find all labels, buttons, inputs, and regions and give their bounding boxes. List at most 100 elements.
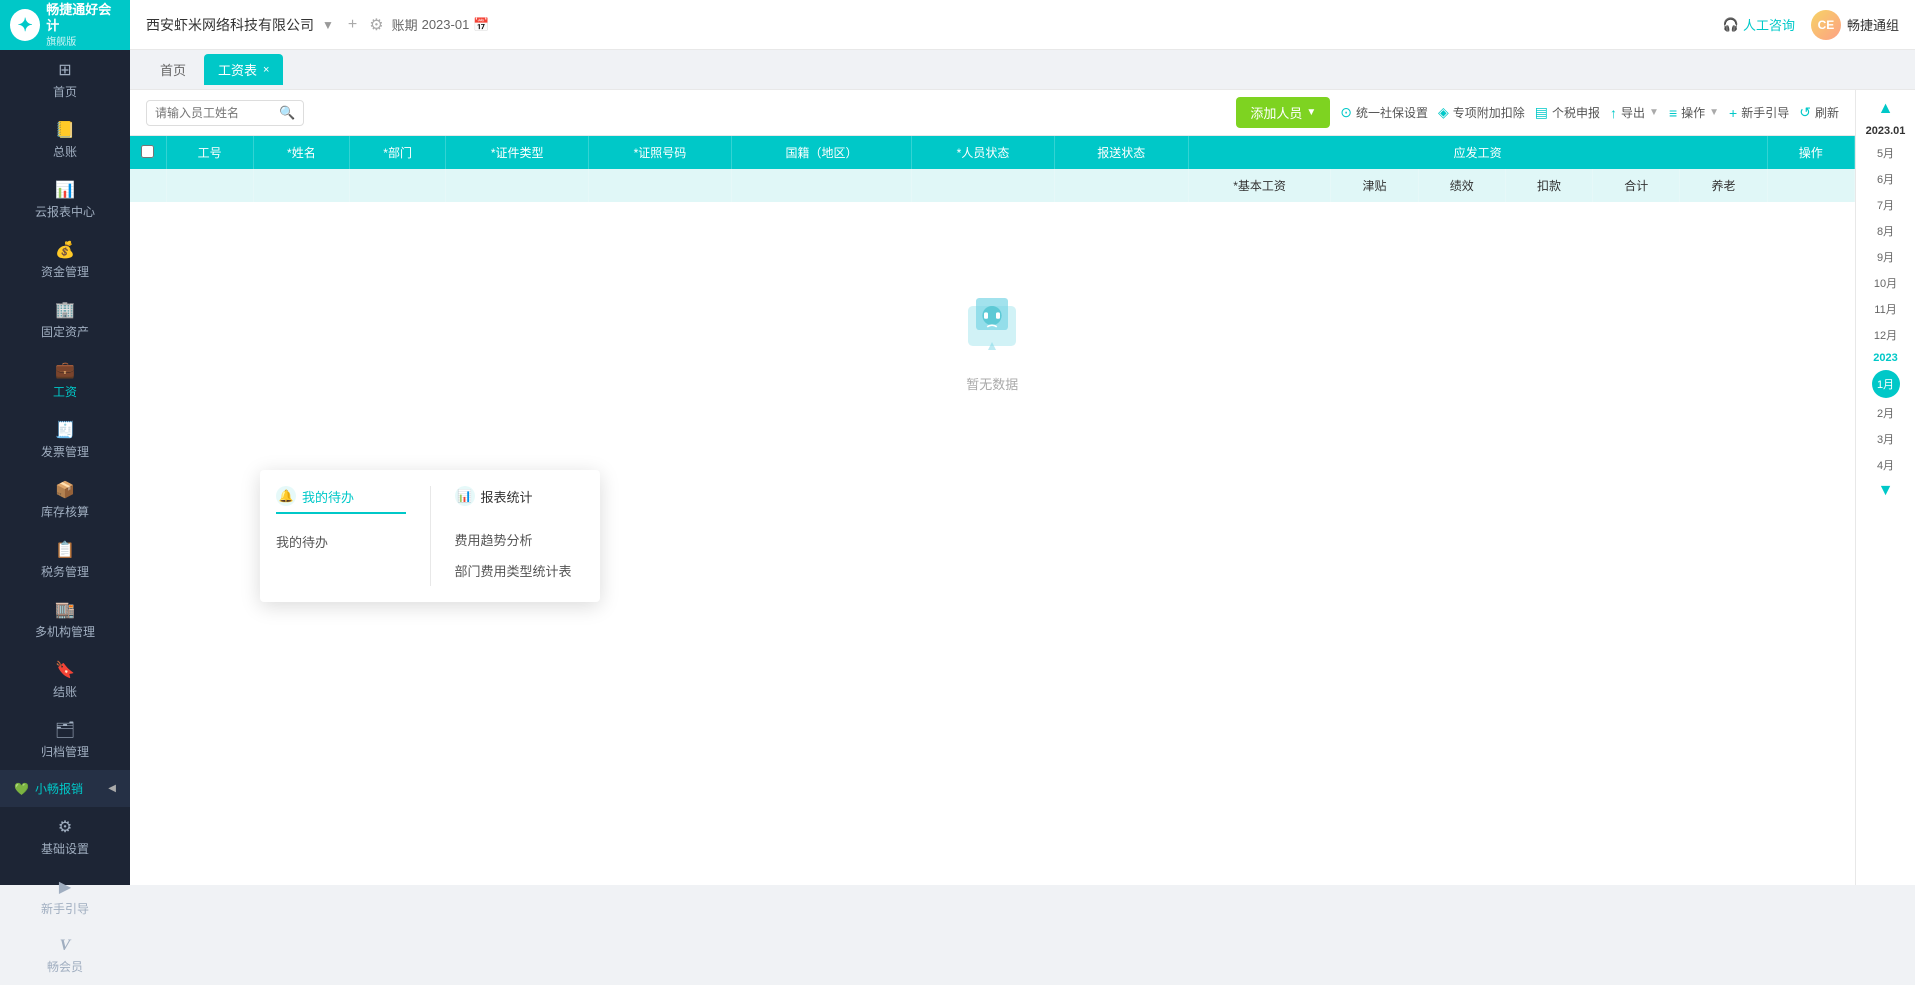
subheader-allowance: 津贴 bbox=[1331, 169, 1418, 202]
sidebar-item-xiaochang[interactable]: 💚 小畅报销 ◀ bbox=[0, 770, 130, 807]
export-icon: ↑ bbox=[1610, 105, 1617, 121]
settle-icon: 🔖 bbox=[55, 660, 75, 680]
special-deduction-icon: ◈ bbox=[1438, 104, 1449, 121]
col-country: 国籍（地区） bbox=[731, 136, 911, 169]
tab-payroll-label: 工资表 bbox=[218, 60, 257, 79]
col-checkbox[interactable] bbox=[130, 136, 166, 169]
col-action: 操作 bbox=[1767, 136, 1854, 169]
popup-menu: 🔔 我的待办 我的待办 📊 报表统计 费用趋势分析 部门费用类型统计表 bbox=[260, 470, 600, 602]
timeline-sidebar: ▲ 2023.01 5月 6月 7月 8月 9月 10月 11月 12月 202… bbox=[1855, 90, 1915, 885]
sidebar-item-fund[interactable]: 💰 资金管理 bbox=[0, 230, 130, 290]
timeline-month-9[interactable]: 9月 bbox=[1856, 244, 1915, 270]
subheader-pension: 养老 bbox=[1680, 169, 1767, 202]
sidebar-item-home[interactable]: ⊞ 首页 bbox=[0, 50, 130, 110]
social-security-icon: ⊙ bbox=[1340, 104, 1352, 121]
service-button[interactable]: 🎧 人工咨询 bbox=[1723, 15, 1795, 34]
guide-label: 新手引导 bbox=[1741, 104, 1789, 121]
timeline-nav-up[interactable]: ▲ bbox=[1878, 96, 1894, 122]
payroll-table: 工号 *姓名 *部门 *证件类型 *证照号码 国籍（地区） *人员状态 报送状态… bbox=[130, 136, 1855, 473]
timeline-nav-down[interactable]: ▼ bbox=[1878, 478, 1894, 504]
add-dropdown-icon: ▼ bbox=[1306, 107, 1316, 118]
user-menu[interactable]: CE 畅捷通组 bbox=[1811, 10, 1899, 40]
popup-section-title-todo[interactable]: 🔔 我的待办 bbox=[276, 486, 406, 514]
sidebar-item-archive[interactable]: 🗂 归档管理 bbox=[0, 710, 130, 770]
timeline-month-1-active[interactable]: 1月 bbox=[1872, 370, 1900, 398]
tab-home-label: 首页 bbox=[160, 60, 186, 79]
settings-icon[interactable]: ⚙ bbox=[369, 15, 383, 35]
subheader-checkbox bbox=[130, 169, 166, 202]
sidebar-item-tax[interactable]: 📋 税务管理 bbox=[0, 530, 130, 590]
sidebar-label-invoice: 发票管理 bbox=[41, 443, 89, 460]
subheader-country bbox=[731, 169, 911, 202]
select-all-checkbox[interactable] bbox=[141, 145, 154, 158]
sidebar-item-inventory[interactable]: 📦 库存核算 bbox=[0, 470, 130, 530]
popup-section-title-report[interactable]: 📊 报表统计 bbox=[455, 486, 585, 512]
logo-text-group: 畅捷通好会计 旗舰版 bbox=[46, 2, 120, 48]
refresh-btn[interactable]: ↺ 刷新 bbox=[1799, 104, 1839, 121]
tax-report-label: 个税申报 bbox=[1552, 104, 1600, 121]
guide-btn[interactable]: + 新手引导 bbox=[1729, 104, 1789, 121]
col-number: 工号 bbox=[166, 136, 253, 169]
sidebar-item-guide[interactable]: ▶ 新手引导 bbox=[0, 867, 130, 927]
subheader-id-type bbox=[446, 169, 589, 202]
timeline-month-12[interactable]: 12月 bbox=[1856, 322, 1915, 348]
tax-report-btn[interactable]: ▤ 个税申报 bbox=[1535, 104, 1600, 121]
sidebar-item-member[interactable]: V 畅会员 bbox=[0, 927, 130, 985]
tab-payroll[interactable]: 工资表 × bbox=[204, 54, 283, 85]
sidebar-item-ledger[interactable]: 📒 总账 bbox=[0, 110, 130, 170]
topbar-left: 西安虾米网络科技有限公司 ▼ + ⚙ 账期 2023-01 📅 bbox=[146, 15, 490, 35]
cloud-report-icon: 📊 bbox=[55, 180, 75, 200]
popup-item-cost-trend[interactable]: 费用趋势分析 bbox=[455, 524, 585, 555]
sidebar-item-cloud-report[interactable]: 📊 云报表中心 bbox=[0, 170, 130, 230]
timeline-month-8[interactable]: 8月 bbox=[1856, 218, 1915, 244]
timeline-month-6[interactable]: 6月 bbox=[1856, 166, 1915, 192]
sidebar-item-settle[interactable]: 🔖 结账 bbox=[0, 650, 130, 710]
timeline-month-10[interactable]: 10月 bbox=[1856, 270, 1915, 296]
timeline-month-3[interactable]: 3月 bbox=[1856, 426, 1915, 452]
toolbar-right: 添加人员 ▼ ⊙ 统一社保设置 ◈ 专项附加扣除 ▤ 个税申报 bbox=[1236, 97, 1839, 128]
social-security-btn[interactable]: ⊙ 统一社保设置 bbox=[1340, 104, 1428, 121]
main-area: 西安虾米网络科技有限公司 ▼ + ⚙ 账期 2023-01 📅 🎧 人工咨询 C… bbox=[130, 0, 1915, 885]
archive-icon: 🗂 bbox=[55, 720, 75, 740]
tab-home[interactable]: 首页 bbox=[146, 54, 200, 85]
ledger-icon: 📒 bbox=[55, 120, 75, 140]
popup-item-mytodo[interactable]: 我的待办 bbox=[276, 526, 406, 557]
subheader-name bbox=[253, 169, 349, 202]
col-status: *人员状态 bbox=[912, 136, 1055, 169]
refresh-icon: ↺ bbox=[1799, 104, 1811, 121]
sidebar-label-cloud-report: 云报表中心 bbox=[35, 203, 95, 220]
timeline-month-5[interactable]: 5月 bbox=[1856, 140, 1915, 166]
basic-icon: ⚙ bbox=[58, 817, 72, 837]
sidebar-item-multi-org[interactable]: 🏬 多机构管理 bbox=[0, 590, 130, 650]
sidebar-item-payroll[interactable]: 💼 工资 bbox=[0, 350, 130, 410]
content-area: 🔍 添加人员 ▼ ⊙ 统一社保设置 ◈ 专项附加扣除 bbox=[130, 90, 1915, 885]
sidebar-item-invoice[interactable]: 🧾 发票管理 bbox=[0, 410, 130, 470]
export-btn[interactable]: ↑ 导出 ▼ bbox=[1610, 104, 1659, 121]
calendar-icon[interactable]: 📅 bbox=[473, 17, 489, 33]
timeline-period-header: 2023.01 bbox=[1866, 122, 1906, 140]
tax-icon: 📋 bbox=[55, 540, 75, 560]
popup-item-dept-cost[interactable]: 部门费用类型统计表 bbox=[455, 555, 585, 586]
member-icon: V bbox=[60, 937, 71, 955]
search-input[interactable] bbox=[155, 106, 275, 120]
sidebar-item-basic[interactable]: ⚙ 基础设置 bbox=[0, 807, 130, 867]
timeline-month-7[interactable]: 7月 bbox=[1856, 192, 1915, 218]
timeline-month-2[interactable]: 2月 bbox=[1856, 400, 1915, 426]
timeline-month-4[interactable]: 4月 bbox=[1856, 452, 1915, 478]
subheader-id-no bbox=[589, 169, 732, 202]
avatar: CE bbox=[1811, 10, 1841, 40]
add-person-button[interactable]: 添加人员 ▼ bbox=[1236, 97, 1330, 128]
sidebar-item-fixed-assets[interactable]: 🏢 固定资产 bbox=[0, 290, 130, 350]
sidebar-label-multi-org: 多机构管理 bbox=[35, 623, 95, 640]
tab-close-icon[interactable]: × bbox=[263, 64, 269, 76]
subheader-action bbox=[1767, 169, 1854, 202]
special-deduction-btn[interactable]: ◈ 专项附加扣除 bbox=[1438, 104, 1525, 121]
timeline-month-11[interactable]: 11月 bbox=[1856, 296, 1915, 322]
add-company-icon[interactable]: + bbox=[348, 16, 357, 34]
operation-btn[interactable]: ≡ 操作 ▼ bbox=[1669, 104, 1719, 121]
company-dropdown-icon[interactable]: ▼ bbox=[322, 18, 334, 32]
search-box: 🔍 bbox=[146, 100, 304, 126]
empty-text: 暂无数据 bbox=[966, 374, 1018, 393]
app-logo: ✦ 畅捷通好会计 旗舰版 bbox=[0, 0, 130, 50]
service-label: 人工咨询 bbox=[1743, 15, 1795, 34]
